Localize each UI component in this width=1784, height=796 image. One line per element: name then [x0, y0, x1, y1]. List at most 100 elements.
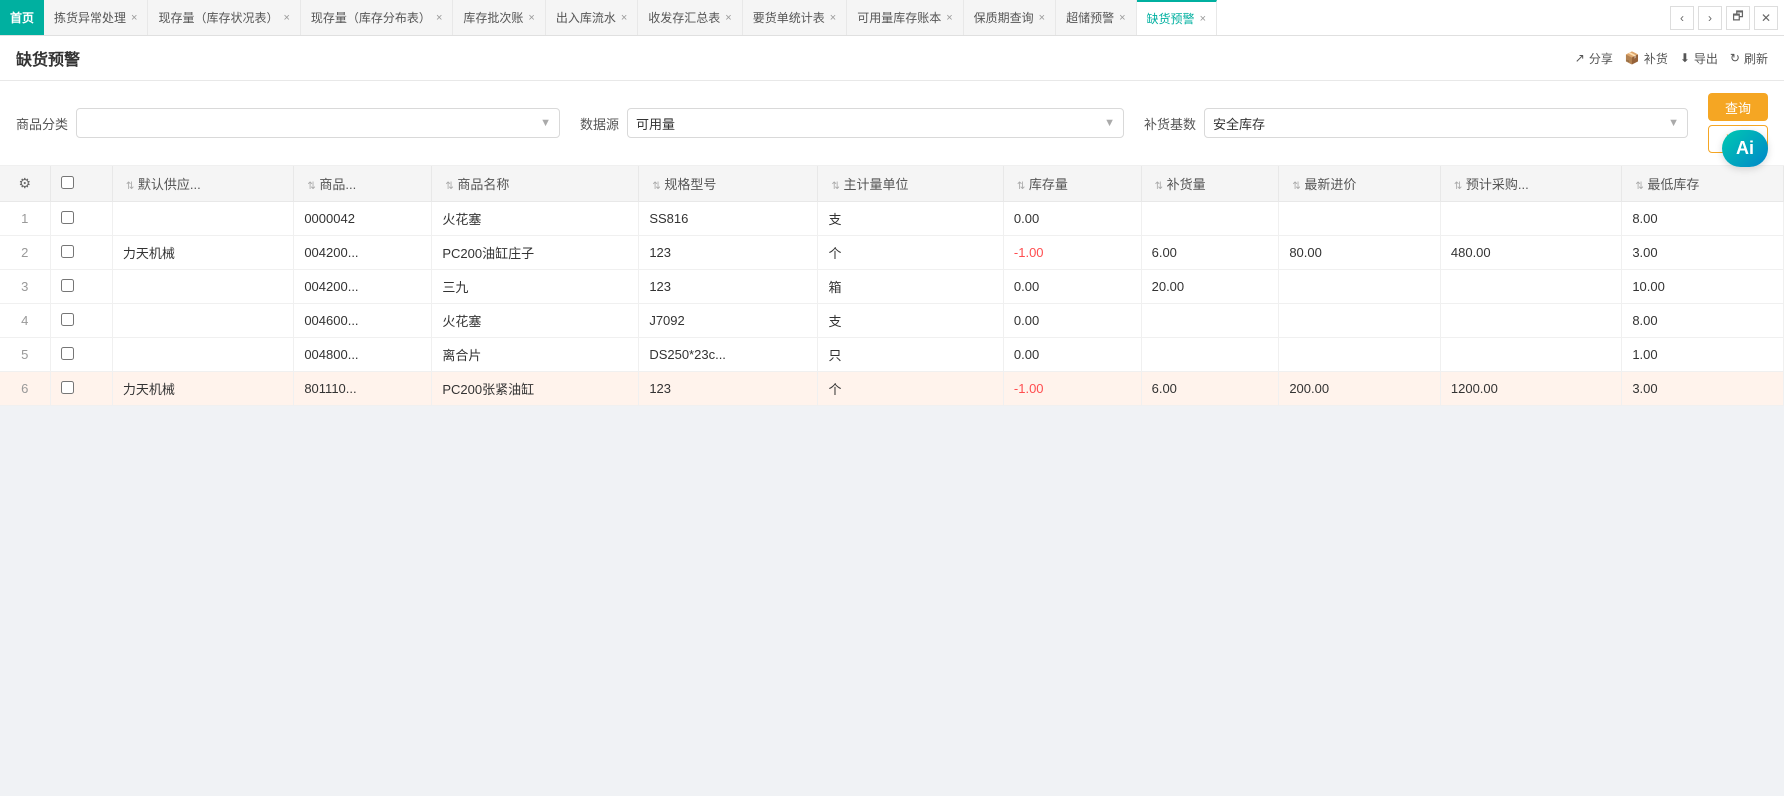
- tab-collect-summary[interactable]: 收发存汇总表 ×: [638, 0, 742, 36]
- row-checkbox-cell[interactable]: [50, 304, 112, 338]
- tab-label: 现存量（库存分布表）: [311, 9, 431, 26]
- tab-prev-button[interactable]: ‹: [1670, 6, 1694, 30]
- sort-icon: ⇅: [1292, 181, 1300, 192]
- tab-batch-account[interactable]: 库存批次账 ×: [453, 0, 545, 36]
- tab-label: 收发存汇总表: [648, 9, 720, 26]
- row-default-supplier: 力天机械: [112, 236, 293, 270]
- sort-icon: ⇅: [1017, 181, 1025, 192]
- row-checkbox[interactable]: [61, 381, 74, 394]
- tab-error-handling[interactable]: 拣货异常处理 ×: [44, 0, 148, 36]
- refresh-button[interactable]: ↻ 刷新: [1730, 50, 1768, 67]
- tab-close-collect-summary[interactable]: ×: [725, 12, 731, 24]
- th-unit[interactable]: ⇅ 主计量单位: [818, 166, 1003, 202]
- tab-label: 可用量库存账本: [857, 9, 941, 26]
- th-label: 最新进价: [1304, 177, 1356, 192]
- tab-close-batch-account[interactable]: ×: [528, 12, 534, 24]
- row-min-stock: 3.00: [1622, 372, 1784, 406]
- th-stock[interactable]: ⇅ 库存量: [1003, 166, 1141, 202]
- tab-close-shortage-warning[interactable]: ×: [1200, 13, 1206, 25]
- tab-expiry-query[interactable]: 保质期查询 ×: [964, 0, 1056, 36]
- replenish-base-filter: 补货基数 安全库存 ▼: [1144, 108, 1688, 138]
- row-checkbox[interactable]: [61, 279, 74, 292]
- th-spec[interactable]: ⇅ 规格型号: [639, 166, 818, 202]
- row-stock: -1.00: [1003, 372, 1141, 406]
- replenish-base-select[interactable]: 安全库存 ▼: [1204, 108, 1688, 138]
- ai-badge[interactable]: Ai: [1722, 130, 1768, 167]
- datasource-filter: 数据源 可用量 ▼: [580, 108, 1124, 138]
- export-button[interactable]: ⬇ 导出: [1680, 50, 1718, 67]
- th-product-code[interactable]: ⇅ 商品...: [294, 166, 432, 202]
- th-product-name[interactable]: ⇅ 商品名称: [432, 166, 639, 202]
- select-all-checkbox[interactable]: [61, 176, 74, 189]
- row-default-supplier: [112, 304, 293, 338]
- th-checkbox[interactable]: [50, 166, 112, 202]
- row-estimated-purchase: [1440, 304, 1621, 338]
- row-default-supplier: [112, 270, 293, 304]
- row-replenish-qty: [1141, 304, 1279, 338]
- row-unit: 箱: [818, 270, 1003, 304]
- tab-home[interactable]: 首页: [0, 0, 44, 36]
- row-min-stock: 10.00: [1622, 270, 1784, 304]
- tab-close-order-stats[interactable]: ×: [830, 12, 836, 24]
- replenish-button[interactable]: 📦 补货: [1625, 50, 1668, 67]
- table-row: 3 004200... 三九 123 箱 0.00 20.00 10.00: [0, 270, 1784, 304]
- th-label: 默认供应...: [138, 177, 201, 192]
- tab-close-error-handling[interactable]: ×: [131, 12, 137, 24]
- row-spec: DS250*23c...: [639, 338, 818, 372]
- tab-order-stats[interactable]: 要货单统计表 ×: [743, 0, 847, 36]
- tab-close-overstock-warning[interactable]: ×: [1119, 12, 1125, 24]
- th-min-stock[interactable]: ⇅ 最低库存: [1622, 166, 1784, 202]
- row-checkbox-cell[interactable]: [50, 270, 112, 304]
- row-product-code: 801110...: [294, 372, 432, 406]
- page-container: 缺货预警 ↗ 分享 📦 补货 ⬇ 导出 ↻ 刷新 商品分类: [0, 36, 1784, 406]
- th-latest-price[interactable]: ⇅ 最新进价: [1279, 166, 1441, 202]
- datasource-select[interactable]: 可用量 ▼: [627, 108, 1124, 138]
- category-select[interactable]: ▼: [76, 108, 560, 138]
- tab-shortage-warning[interactable]: 缺货预警 ×: [1137, 0, 1217, 36]
- row-replenish-qty: 20.00: [1141, 270, 1279, 304]
- tab-next-button[interactable]: ›: [1698, 6, 1722, 30]
- tab-inventory-dist[interactable]: 现存量（库存分布表） ×: [301, 0, 453, 36]
- row-checkbox[interactable]: [61, 313, 74, 326]
- row-product-code: 004200...: [294, 236, 432, 270]
- tab-overstock-warning[interactable]: 超储预警 ×: [1056, 0, 1136, 36]
- tab-inventory-status[interactable]: 现存量（库存状况表） ×: [148, 0, 300, 36]
- th-settings[interactable]: ⚙: [0, 166, 50, 202]
- th-replenish-qty[interactable]: ⇅ 补货量: [1141, 166, 1279, 202]
- tab-close-inventory-status[interactable]: ×: [283, 12, 289, 24]
- tab-close-in-out-flow[interactable]: ×: [621, 12, 627, 24]
- tab-close-available-ledger[interactable]: ×: [946, 12, 952, 24]
- tab-close-expiry-query[interactable]: ×: [1039, 12, 1045, 24]
- row-unit: 个: [818, 372, 1003, 406]
- row-checkbox[interactable]: [61, 245, 74, 258]
- row-checkbox[interactable]: [61, 211, 74, 224]
- row-checkbox-cell[interactable]: [50, 338, 112, 372]
- th-default-supplier[interactable]: ⇅ 默认供应...: [112, 166, 293, 202]
- th-estimated-purchase[interactable]: ⇅ 预计采购...: [1440, 166, 1621, 202]
- row-spec: 123: [639, 372, 818, 406]
- row-checkbox-cell[interactable]: [50, 202, 112, 236]
- row-product-name: PC200油缸庄子: [432, 236, 639, 270]
- category-filter-label: 商品分类: [16, 114, 68, 133]
- gear-icon[interactable]: ⚙: [18, 175, 31, 192]
- th-label: 预计采购...: [1466, 177, 1529, 192]
- share-button[interactable]: ↗ 分享: [1575, 50, 1613, 67]
- tab-available-ledger[interactable]: 可用量库存账本 ×: [847, 0, 963, 36]
- row-unit: 支: [818, 304, 1003, 338]
- query-button[interactable]: 查询: [1708, 93, 1768, 121]
- row-number: 6: [0, 372, 50, 406]
- row-product-code: 004800...: [294, 338, 432, 372]
- tab-restore-button[interactable]: 🗗: [1726, 6, 1750, 30]
- row-number: 5: [0, 338, 50, 372]
- th-label: 规格型号: [664, 177, 716, 192]
- row-checkbox[interactable]: [61, 347, 74, 360]
- row-estimated-purchase: [1440, 338, 1621, 372]
- row-checkbox-cell[interactable]: [50, 236, 112, 270]
- row-latest-price: [1279, 338, 1441, 372]
- row-unit: 只: [818, 338, 1003, 372]
- row-checkbox-cell[interactable]: [50, 372, 112, 406]
- tab-close-all-button[interactable]: ✕: [1754, 6, 1778, 30]
- export-label: 导出: [1694, 50, 1718, 67]
- tab-close-inventory-dist[interactable]: ×: [436, 12, 442, 24]
- tab-in-out-flow[interactable]: 出入库流水 ×: [546, 0, 638, 36]
